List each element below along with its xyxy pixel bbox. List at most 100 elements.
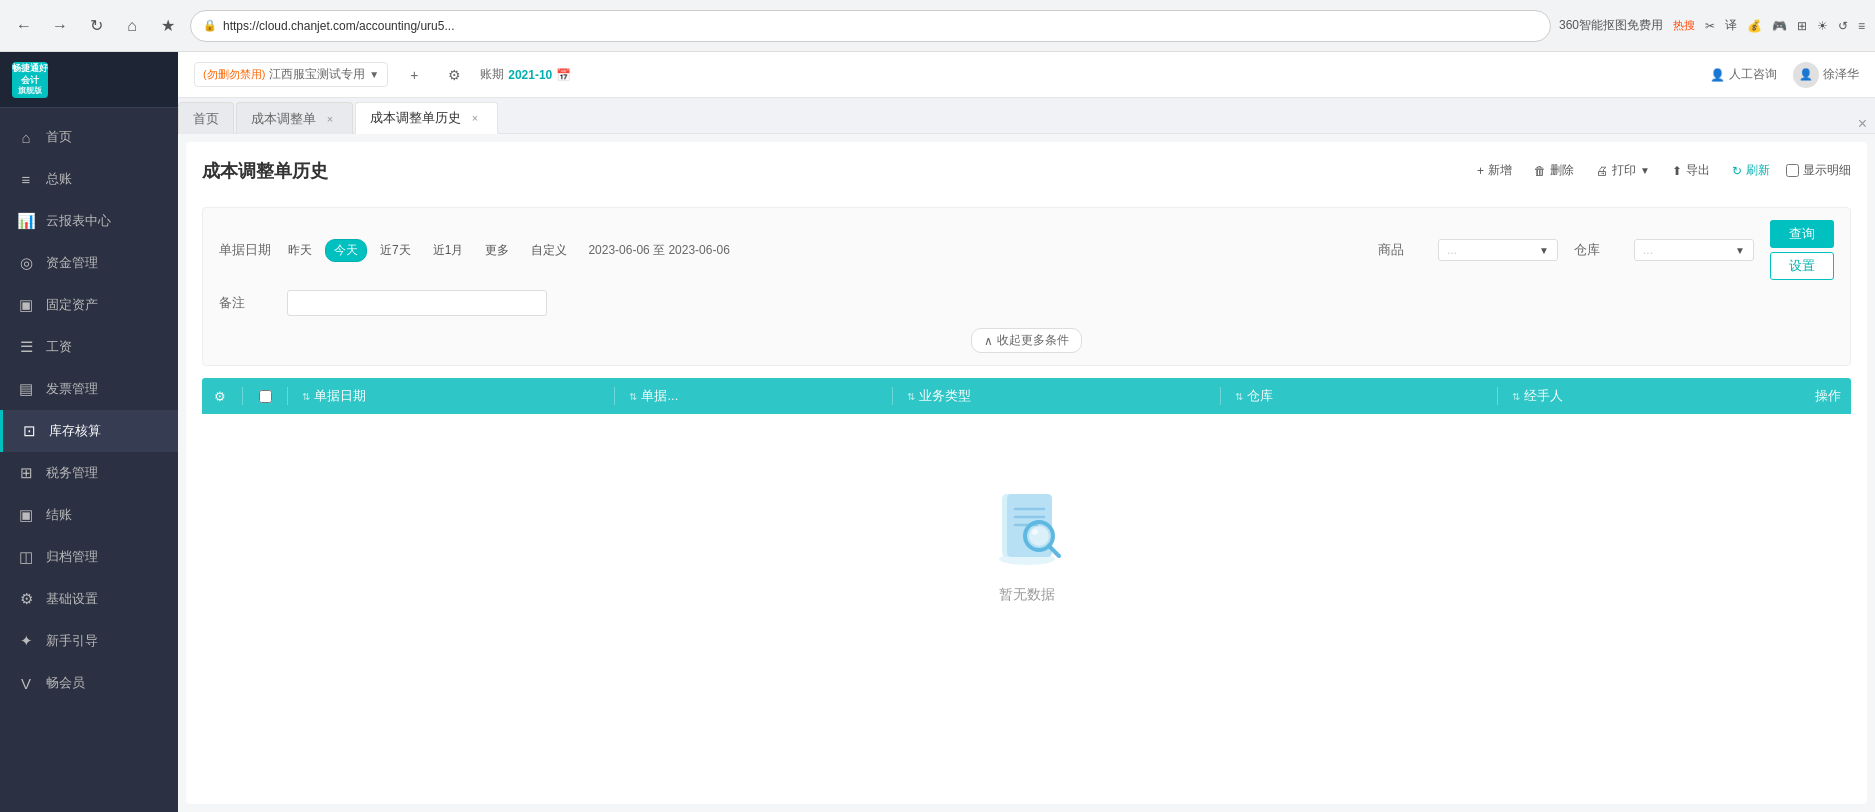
- sidebar-item-salary[interactable]: ☰ 工资: [0, 326, 178, 368]
- th-actions: 操作: [1771, 387, 1851, 405]
- th-warehouse[interactable]: ⇅ 仓库: [1225, 387, 1494, 405]
- period-info: 账期 2021-10 📅: [480, 66, 571, 83]
- date-btn-more[interactable]: 更多: [476, 239, 518, 262]
- date-btn-today[interactable]: 今天: [325, 239, 367, 262]
- sidebar-label-archive: 归档管理: [46, 548, 98, 566]
- warehouse-dropdown[interactable]: ... ▼: [1634, 239, 1754, 261]
- warehouse-label: 仓库: [1574, 241, 1626, 259]
- sidebar-item-guide[interactable]: ✦ 新手引导: [0, 620, 178, 662]
- refresh-button[interactable]: ↻ 刷新: [1726, 158, 1776, 183]
- trash-icon: 🗑: [1534, 164, 1546, 178]
- date-btn-1month[interactable]: 近1月: [424, 239, 473, 262]
- date-range: 2023-06-06 至 2023-06-06: [588, 242, 729, 259]
- show-cols-input[interactable]: [1786, 164, 1799, 177]
- th-date[interactable]: ⇅ 单据日期: [292, 387, 610, 405]
- sidebar-item-settings[interactable]: ⚙ 基础设置: [0, 578, 178, 620]
- sidebar-label-assets: 固定资产: [46, 296, 98, 314]
- note-input[interactable]: [287, 290, 547, 316]
- svg-point-7: [1032, 529, 1038, 535]
- back-button[interactable]: ←: [10, 12, 38, 40]
- calendar-icon[interactable]: 📅: [556, 68, 571, 82]
- sidebar-item-assets[interactable]: ▣ 固定资产: [0, 284, 178, 326]
- th-settings[interactable]: ⚙: [202, 389, 238, 404]
- period-label: 账期: [480, 66, 504, 83]
- sidebar-item-closing[interactable]: ▣ 结账: [0, 494, 178, 536]
- url-bar[interactable]: 🔒 https://cloud.chanjet.com/accounting/u…: [190, 10, 1551, 42]
- refresh-browser-button[interactable]: ↻: [82, 12, 110, 40]
- url-text: https://cloud.chanjet.com/accounting/uru…: [223, 19, 454, 33]
- sidebar-item-inventory[interactable]: ⊡ 库存核算: [0, 410, 178, 452]
- empty-text: 暂无数据: [999, 586, 1055, 604]
- tab-cost-adjust-close[interactable]: ×: [322, 111, 338, 127]
- refresh-label: 刷新: [1746, 162, 1770, 179]
- tax-icon: ⊞: [16, 464, 36, 482]
- service-label: 人工咨询: [1729, 66, 1777, 83]
- date-filter-buttons: 昨天 今天 近7天 近1月 更多 自定义: [279, 239, 576, 262]
- date-btn-7days[interactable]: 近7天: [371, 239, 420, 262]
- query-button[interactable]: 查询: [1770, 220, 1834, 248]
- sidebar-item-tax[interactable]: ⊞ 税务管理: [0, 452, 178, 494]
- sidebar-label-home: 首页: [46, 128, 72, 146]
- sidebar-item-archive[interactable]: ◫ 归档管理: [0, 536, 178, 578]
- sidebar-nav: ⌂ 首页 ≡ 总账 📊 云报表中心 ◎ 资金管理 ▣ 固定资产 ☰ 工资: [0, 108, 178, 812]
- tab-cost-adjust-label: 成本调整单: [251, 110, 316, 128]
- empty-state: 暂无数据: [202, 414, 1851, 644]
- print-label: 打印: [1612, 162, 1636, 179]
- sidebar-item-vip[interactable]: V 畅会员: [0, 662, 178, 704]
- guide-icon: ✦: [16, 632, 36, 650]
- sidebar-label-inventory: 库存核算: [49, 422, 101, 440]
- sort-handler-icon: ⇅: [1512, 391, 1520, 402]
- divider-5: [1220, 387, 1221, 405]
- page-actions: + 新增 🗑 删除 🖨 打印 ▼ ⬆ 导出: [1471, 158, 1851, 183]
- th-handler[interactable]: ⇅ 经手人: [1502, 387, 1771, 405]
- warehouse-filter: 仓库 ... ▼: [1574, 239, 1754, 261]
- th-checkbox[interactable]: [247, 390, 283, 403]
- goods-value: ...: [1447, 243, 1457, 257]
- export-button[interactable]: ⬆ 导出: [1666, 158, 1716, 183]
- warehouse-value: ...: [1643, 243, 1653, 257]
- header-right: 👤 人工咨询 👤 徐泽华: [1710, 62, 1859, 88]
- date-btn-yesterday[interactable]: 昨天: [279, 239, 321, 262]
- settings-icon: ⚙: [16, 590, 36, 608]
- search-label: 360智能抠图免费用: [1559, 17, 1663, 34]
- add-company-button[interactable]: +: [400, 61, 428, 89]
- tab-cost-adjust-history-close[interactable]: ×: [467, 110, 483, 126]
- inventory-icon: ⊡: [19, 422, 39, 440]
- home-browser-button[interactable]: ⌂: [118, 12, 146, 40]
- filter-settings-button[interactable]: 设置: [1770, 252, 1834, 280]
- service-button[interactable]: 👤 人工咨询: [1710, 66, 1777, 83]
- tab-home[interactable]: 首页: [178, 102, 234, 134]
- tab-cost-adjust[interactable]: 成本调整单 ×: [236, 102, 353, 134]
- th-type-label: 业务类型: [919, 387, 971, 405]
- company-selector[interactable]: (勿删勿禁用) 江西服宝测试专用 ▼: [194, 62, 388, 87]
- collapse-button[interactable]: ∧ 收起更多条件: [971, 328, 1082, 353]
- sidebar-item-home[interactable]: ⌂ 首页: [0, 116, 178, 158]
- close-page-button[interactable]: ×: [1858, 115, 1867, 133]
- new-button[interactable]: + 新增: [1471, 158, 1518, 183]
- user-info[interactable]: 👤 徐泽华: [1793, 62, 1859, 88]
- show-cols-checkbox[interactable]: 显示明细: [1786, 162, 1851, 179]
- print-button[interactable]: 🖨 打印 ▼: [1590, 158, 1656, 183]
- date-btn-custom[interactable]: 自定义: [522, 239, 576, 262]
- sidebar-item-funds[interactable]: ◎ 资金管理: [0, 242, 178, 284]
- goods-dropdown[interactable]: ... ▼: [1438, 239, 1558, 261]
- sidebar-label-invoice: 发票管理: [46, 380, 98, 398]
- th-num[interactable]: ⇅ 单据...: [619, 387, 888, 405]
- th-date-label: 单据日期: [314, 387, 366, 405]
- empty-illustration: [977, 474, 1077, 574]
- company-settings-icon[interactable]: ⚙: [440, 61, 468, 89]
- th-type[interactable]: ⇅ 业务类型: [897, 387, 1215, 405]
- sidebar-item-ledger[interactable]: ≡ 总账: [0, 158, 178, 200]
- tab-cost-adjust-history[interactable]: 成本调整单历史 ×: [355, 102, 498, 134]
- forward-button[interactable]: →: [46, 12, 74, 40]
- delete-label: 删除: [1550, 162, 1574, 179]
- goods-filter: 商品 ... ▼: [1378, 239, 1558, 261]
- select-all-checkbox[interactable]: [259, 390, 272, 403]
- bookmark-button[interactable]: ★: [154, 12, 182, 40]
- th-num-label: 单据...: [641, 387, 678, 405]
- sidebar-item-invoice[interactable]: ▤ 发票管理: [0, 368, 178, 410]
- divider-6: [1497, 387, 1498, 405]
- delete-button[interactable]: 🗑 删除: [1528, 158, 1580, 183]
- sidebar-item-reports[interactable]: 📊 云报表中心: [0, 200, 178, 242]
- page-title: 成本调整单历史: [202, 159, 328, 183]
